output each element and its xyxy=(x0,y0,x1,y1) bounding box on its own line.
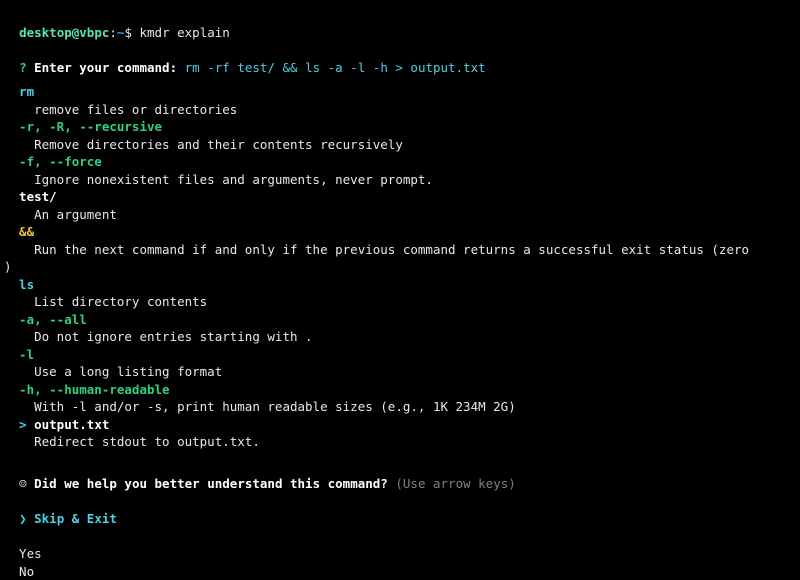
explain-term-text: output.txt xyxy=(34,417,109,432)
explain-term-text: -a, --all xyxy=(19,312,87,327)
explain-term: ls xyxy=(4,276,796,294)
explain-term-text: ls xyxy=(19,277,34,292)
explain-term: rm xyxy=(4,83,796,101)
explain-term-text: -r, -R, --recursive xyxy=(19,119,162,134)
explanation-list: rm remove files or directories-r, -R, --r… xyxy=(4,83,796,451)
redirect-icon: > xyxy=(19,417,34,432)
arrow-icon: ❯ xyxy=(19,511,27,526)
feedback-question-line: ☺ Did we help you better understand this… xyxy=(4,458,796,493)
explain-term-text: test/ xyxy=(19,189,57,204)
explain-desc: Run the next command if and only if the … xyxy=(4,241,796,259)
enter-command-label: Enter your command: xyxy=(34,60,177,75)
explain-term-text: -h, --human-readable xyxy=(19,382,170,397)
feedback-option[interactable]: No xyxy=(4,563,796,580)
explain-term: -a, --all xyxy=(4,311,796,329)
explain-term: -l xyxy=(4,346,796,364)
explain-desc: An argument xyxy=(4,206,796,224)
explain-desc: With -l and/or -s, print human readable … xyxy=(4,398,796,416)
explain-desc: remove files or directories xyxy=(4,101,796,119)
explain-desc: Ignore nonexistent files and arguments, … xyxy=(4,171,796,189)
blank-line xyxy=(4,528,796,546)
feedback-question: Did we help you better understand this c… xyxy=(34,476,388,491)
explain-desc: Remove directories and their contents re… xyxy=(4,136,796,154)
prompt-line[interactable]: desktop@vbpc:~$ kmdr explain xyxy=(4,6,796,41)
feedback-selected-line[interactable]: ❯ Skip & Exit xyxy=(4,493,796,528)
explain-term: -r, -R, --recursive xyxy=(4,118,796,136)
prompt-user-host: desktop@vbpc xyxy=(19,25,109,40)
explain-desc: ) xyxy=(4,258,796,276)
prompt-colon: : xyxy=(109,25,117,40)
entered-command: rm -rf test/ && ls -a -l -h > output.txt xyxy=(185,60,486,75)
feedback-options: YesNo xyxy=(4,528,796,580)
explain-term: > output.txt xyxy=(4,416,796,434)
question-mark-icon: ? xyxy=(19,60,27,75)
explain-term-text: -f, --force xyxy=(19,154,102,169)
prompt-dollar: $ xyxy=(124,25,132,40)
explain-term-text: rm xyxy=(19,84,34,99)
feedback-icon: ☺ xyxy=(19,476,27,491)
explain-term-text: && xyxy=(19,224,34,239)
explain-desc: Do not ignore entries starting with . xyxy=(4,328,796,346)
explain-term: -f, --force xyxy=(4,153,796,171)
explain-term: -h, --human-readable xyxy=(4,381,796,399)
explain-desc: Redirect stdout to output.txt. xyxy=(4,433,796,451)
feedback-selected: Skip & Exit xyxy=(34,511,117,526)
explain-term: test/ xyxy=(4,188,796,206)
enter-command-line[interactable]: ? Enter your command: rm -rf test/ && ls… xyxy=(4,41,796,76)
feedback-option[interactable]: Yes xyxy=(4,545,796,563)
feedback-hint: (Use arrow keys) xyxy=(395,476,515,491)
explain-term: && xyxy=(4,223,796,241)
typed-command: kmdr explain xyxy=(140,25,230,40)
explain-desc: List directory contents xyxy=(4,293,796,311)
explain-term-text: -l xyxy=(19,347,34,362)
explain-desc: Use a long listing format xyxy=(4,363,796,381)
